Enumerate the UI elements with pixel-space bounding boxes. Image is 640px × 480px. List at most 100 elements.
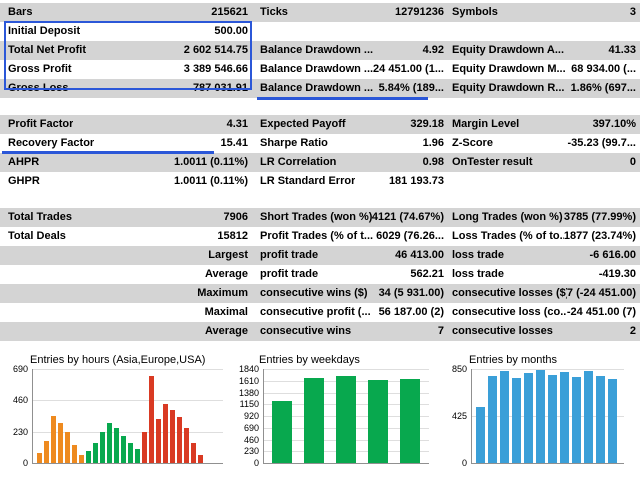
stat-value: 3785 (77.99%) bbox=[564, 208, 636, 227]
bar-chart: Entries by hours (Asia,Europe,USA)690460… bbox=[8, 353, 233, 464]
stat-cell: loss trade -419.30 bbox=[448, 265, 640, 284]
stat-value: 7906 bbox=[224, 208, 248, 227]
table-row: Bars 215621Ticks12791236Symbols 3 bbox=[0, 3, 640, 22]
stat-value: 3 bbox=[630, 3, 636, 22]
report-section: Total Trades7906Short Trades (won %)4121… bbox=[0, 208, 640, 341]
stat-value: 1.86% (697... bbox=[571, 79, 636, 98]
stat-value: 6029 (76.26... bbox=[376, 227, 444, 246]
stat-cell: Profit Trades (% of t...6029 (76.26... bbox=[252, 227, 448, 246]
stat-label: OnTester result bbox=[452, 153, 533, 172]
stat-cell: Balance Drawdown ...4.92 bbox=[252, 41, 448, 60]
stat-label: consecutive losses bbox=[452, 322, 553, 341]
bar bbox=[163, 404, 168, 463]
stat-label: loss trade bbox=[452, 265, 504, 284]
plot-area bbox=[263, 369, 429, 464]
stat-value: 15812 bbox=[217, 227, 248, 246]
y-tick-label: 1150 bbox=[240, 399, 259, 409]
y-tick-label: 460 bbox=[13, 395, 28, 405]
stat-cell: OnTester result0 bbox=[448, 153, 640, 172]
stat-value: 562.21 bbox=[410, 265, 444, 284]
stat-label: consecutive loss (co... bbox=[452, 303, 567, 322]
bar bbox=[156, 419, 161, 463]
stat-label: Total Deals bbox=[8, 227, 66, 246]
y-tick-label: 1610 bbox=[239, 376, 259, 386]
bar bbox=[93, 443, 98, 463]
y-tick-label: 850 bbox=[452, 364, 467, 374]
bar bbox=[304, 378, 324, 463]
y-tick-label: 0 bbox=[254, 458, 259, 468]
bar bbox=[44, 441, 49, 463]
stat-value: 181 193.73 bbox=[389, 172, 444, 191]
stat-cell: LR Correlation0.98 bbox=[252, 153, 448, 172]
stat-value: 397.10% bbox=[593, 115, 636, 134]
table-row: GHPR1.0011 (0.11%)LR Standard Error181 1… bbox=[0, 172, 640, 191]
stat-label: Symbols bbox=[452, 3, 498, 22]
stat-value: 12791236 bbox=[395, 3, 444, 22]
stat-label: Loss Trades (% of to... bbox=[452, 227, 564, 246]
stat-value: Maximal bbox=[205, 303, 248, 322]
y-tick-label: 0 bbox=[462, 458, 467, 468]
stat-cell: Bars 215621 bbox=[0, 3, 252, 22]
stat-cell: consecutive losses2 bbox=[448, 322, 640, 341]
stat-label: consecutive losses ($) bbox=[452, 284, 567, 303]
stat-label: Bars bbox=[8, 3, 32, 22]
stat-cell: LR Standard Error181 193.73 bbox=[252, 172, 448, 191]
stat-label: consecutive profit (... bbox=[260, 303, 371, 322]
bar bbox=[560, 372, 569, 463]
stat-value: 46 413.00 bbox=[395, 246, 444, 265]
y-tick-label: 1840 bbox=[239, 364, 259, 374]
stat-cell: Equity Drawdown M...68 934.00 (... bbox=[448, 60, 640, 79]
bar bbox=[37, 453, 42, 463]
bar bbox=[596, 376, 605, 463]
y-axis: 6904602300 bbox=[8, 369, 32, 463]
table-row: Profit Factor4.31Expected Payoff329.18Ma… bbox=[0, 115, 640, 134]
stat-cell: Short Trades (won %)4121 (74.67%) bbox=[252, 208, 448, 227]
stat-label: consecutive wins ($) bbox=[260, 284, 368, 303]
plot-area bbox=[471, 369, 624, 464]
stat-cell: Average bbox=[0, 322, 252, 341]
bar bbox=[114, 428, 119, 463]
stat-label: Equity Drawdown R... bbox=[452, 79, 564, 98]
bar bbox=[121, 436, 126, 463]
stat-cell bbox=[448, 22, 640, 41]
bar bbox=[58, 423, 63, 463]
stat-value: -35.23 (99.7... bbox=[568, 134, 637, 153]
stat-value: 34 (5 931.00) bbox=[379, 284, 444, 303]
stat-cell: profit trade562.21 bbox=[252, 265, 448, 284]
bar bbox=[500, 371, 509, 463]
stat-value: Largest bbox=[208, 246, 248, 265]
stat-label: profit trade bbox=[260, 246, 318, 265]
charts-row: Entries by hours (Asia,Europe,USA)690460… bbox=[8, 353, 635, 464]
stat-cell: Sharpe Ratio1.96 bbox=[252, 134, 448, 153]
table-row: AHPR1.0011 (0.11%)LR Correlation0.98OnTe… bbox=[0, 153, 640, 172]
stat-label: Sharpe Ratio bbox=[260, 134, 328, 153]
stat-cell: Equity Drawdown A...41.33 bbox=[448, 41, 640, 60]
bar bbox=[536, 370, 545, 463]
strategy-tester-report: Bars215621Ticks12791236Symbols3Initial D… bbox=[0, 0, 640, 480]
stat-cell: Balance Drawdown ...5.84% (189... bbox=[252, 79, 448, 98]
stat-value: -419.30 bbox=[599, 265, 636, 284]
stat-cell: consecutive wins7 bbox=[252, 322, 448, 341]
stat-cell: Average bbox=[0, 265, 252, 284]
stat-cell: Profit Factor4.31 bbox=[0, 115, 252, 134]
y-tick-label: 690 bbox=[13, 364, 28, 374]
y-tick-label: 460 bbox=[244, 435, 259, 445]
table-row: Total Trades7906Short Trades (won %)4121… bbox=[0, 208, 640, 227]
gridline bbox=[33, 369, 223, 370]
stat-cell: Ticks12791236 bbox=[252, 3, 448, 22]
table-row: Total Deals 15812Profit Trades (% of t...… bbox=[0, 227, 640, 246]
stat-cell: loss trade-6 616.00 bbox=[448, 246, 640, 265]
stat-label: consecutive wins bbox=[260, 322, 351, 341]
stat-value: Average bbox=[205, 265, 248, 284]
stat-cell: consecutive loss (co...-24 451.00 (7) bbox=[448, 303, 640, 322]
bar-chart: Entries by months8504250 bbox=[445, 353, 635, 464]
bar bbox=[488, 376, 497, 463]
stat-label: Equity Drawdown M... bbox=[452, 60, 566, 79]
stat-cell: GHPR1.0011 (0.11%) bbox=[0, 172, 252, 191]
stat-cell: consecutive profit (...56 187.00 (2) bbox=[252, 303, 448, 322]
stat-value: 215621 bbox=[211, 3, 248, 22]
bar bbox=[512, 378, 521, 463]
stat-cell: Equity Drawdown R... 1.86% (697... bbox=[448, 79, 640, 98]
stat-value: 1877 (23.74%) bbox=[564, 227, 636, 246]
stat-cell: profit trade 46 413.00 bbox=[252, 246, 448, 265]
